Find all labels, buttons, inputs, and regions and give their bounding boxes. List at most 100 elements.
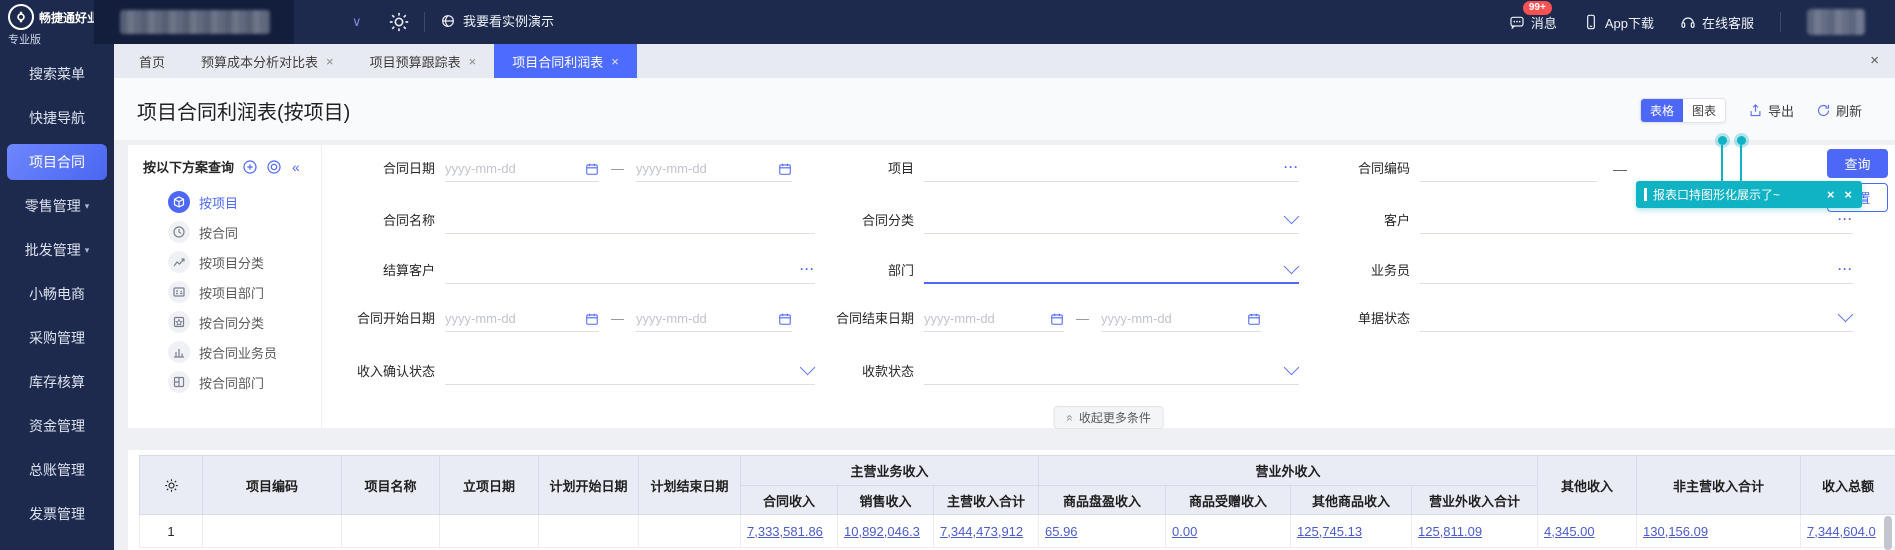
tab-home[interactable]: 首页: [121, 44, 183, 78]
close-icon[interactable]: ×: [1842, 187, 1854, 202]
chevron-down-icon[interactable]: [1283, 359, 1300, 376]
receive-status-select[interactable]: [924, 360, 1284, 383]
view-toggle-chart[interactable]: 图表: [1682, 99, 1725, 122]
export-button[interactable]: 导出: [1748, 101, 1794, 120]
query-button[interactable]: 查询: [1827, 149, 1888, 178]
sidebar-item-funds[interactable]: 资金管理: [7, 408, 107, 444]
column-settings-button[interactable]: [139, 455, 203, 515]
cell-value-link[interactable]: 125,745.13: [1297, 524, 1362, 539]
project-input[interactable]: [924, 157, 1284, 180]
col-header-project-name[interactable]: 项目名称: [341, 455, 440, 515]
contract-date-end-input[interactable]: [636, 157, 778, 180]
cell-value-link[interactable]: 65.96: [1045, 524, 1078, 539]
ellipsis-picker-icon[interactable]: ···: [1838, 212, 1853, 230]
close-icon[interactable]: ×: [326, 54, 334, 69]
col-header-plan-end-date[interactable]: 计划结束日期: [638, 455, 741, 515]
collapse-more-filters-button[interactable]: « 收起更多条件: [1053, 406, 1164, 429]
col-header-non-operating-income-total[interactable]: 营业外收入合计: [1410, 485, 1539, 515]
contract-end-date-end-input[interactable]: [1101, 307, 1247, 330]
sidebar-item-ledger[interactable]: 总账管理: [7, 452, 107, 488]
scheme-item-by-project-dept[interactable]: 按项目部门: [168, 281, 277, 303]
contract-start-date-start-input[interactable]: [445, 307, 585, 330]
user-avatar-redacted[interactable]: [1807, 9, 1865, 35]
contract-start-date-end-input[interactable]: [636, 307, 778, 330]
scheme-item-by-contract-dept[interactable]: 按合同部门: [168, 371, 277, 393]
contract-date-start-input[interactable]: [445, 157, 585, 180]
scheme-item-by-project-category[interactable]: 按项目分类: [168, 251, 277, 273]
target-icon[interactable]: [266, 159, 282, 175]
contract-category-select[interactable]: [924, 209, 1284, 232]
sidebar-item-invoice[interactable]: 发票管理: [7, 496, 107, 532]
close-icon[interactable]: ×: [1825, 187, 1837, 202]
col-header-main-income-total[interactable]: 主营收入合计: [933, 485, 1039, 515]
col-header-other-goods-income[interactable]: 其他商品收入: [1290, 485, 1412, 515]
cell-value-link[interactable]: 4,345.00: [1544, 524, 1595, 539]
company-switch-chevron-icon[interactable]: ∨: [352, 14, 362, 30]
col-header-contract-income[interactable]: 合同收入: [740, 485, 838, 515]
col-header-goods-gift-income[interactable]: 商品受赠收入: [1165, 485, 1291, 515]
settlement-customer-input[interactable]: [445, 259, 800, 282]
sidebar-item-wholesale[interactable]: 批发管理 ▾: [7, 232, 107, 268]
contract-name-input[interactable]: [445, 209, 815, 232]
calendar-icon[interactable]: [585, 312, 599, 326]
app-download-button[interactable]: App下载: [1583, 13, 1654, 32]
view-toggle-table[interactable]: 表格: [1640, 99, 1683, 122]
scheme-item-by-contract[interactable]: 按合同: [168, 221, 277, 243]
cell-value-link[interactable]: 10,892,046.3: [844, 524, 920, 539]
sidebar-item-project-contract[interactable]: 项目合同: [7, 144, 107, 180]
scheme-item-by-contract-category[interactable]: 按合同分类: [168, 311, 277, 333]
col-header-income-total[interactable]: 收入总额: [1800, 455, 1895, 515]
calendar-icon[interactable]: [1247, 312, 1261, 326]
cell-value-link[interactable]: 0.00: [1172, 524, 1197, 539]
sidebar-item-ecommerce[interactable]: 小畅电商: [7, 276, 107, 312]
col-header-goods-overage-income[interactable]: 商品盘盈收入: [1038, 485, 1166, 515]
messages-button[interactable]: 消息 99+: [1509, 0, 1557, 32]
cell-value-link[interactable]: 125,811.09: [1418, 524, 1482, 539]
customer-input[interactable]: [1420, 209, 1838, 232]
demo-link[interactable]: 我要看实例演示: [440, 11, 554, 30]
close-icon[interactable]: ×: [611, 54, 619, 69]
contract-end-date-start-input[interactable]: [924, 307, 1050, 330]
online-support-button[interactable]: 在线客服: [1680, 13, 1754, 32]
income-confirm-status-select[interactable]: [445, 360, 800, 383]
sidebar-item-inventory[interactable]: 库存核算: [7, 364, 107, 400]
ellipsis-picker-icon[interactable]: ···: [1838, 262, 1853, 280]
col-header-other-income[interactable]: 其他收入: [1537, 455, 1638, 515]
doc-status-select[interactable]: [1420, 307, 1838, 330]
tab-project-budget-track[interactable]: 项目预算跟踪表 ×: [352, 44, 495, 78]
calendar-icon[interactable]: [778, 312, 792, 326]
sidebar-item-retail[interactable]: 零售管理 ▾: [7, 188, 107, 224]
cell-value-link[interactable]: 7,333,581.86: [747, 524, 823, 539]
chevron-down-icon[interactable]: [1837, 306, 1854, 323]
scheme-item-by-project[interactable]: 按项目: [168, 191, 277, 213]
tabbar-close-icon[interactable]: ×: [1870, 52, 1879, 69]
vertical-scrollbar[interactable]: [1884, 516, 1892, 550]
company-name-redacted[interactable]: [94, 0, 294, 44]
settings-gear-icon[interactable]: [388, 11, 410, 33]
col-header-plan-start-date[interactable]: 计划开始日期: [538, 455, 639, 515]
cell-value-link[interactable]: 130,156.09: [1643, 524, 1708, 539]
tab-budget-cost-compare[interactable]: 预算成本分析对比表 ×: [183, 44, 352, 78]
calendar-icon[interactable]: [778, 162, 792, 176]
table-row[interactable]: 1 7,333,581.86 10,892,046.3 7,344,473,91…: [139, 514, 1895, 548]
add-scheme-icon[interactable]: [242, 159, 258, 175]
tab-project-contract-profit[interactable]: 项目合同利润表 ×: [494, 44, 637, 78]
col-header-sales-income[interactable]: 销售收入: [837, 485, 934, 515]
col-header-setup-date[interactable]: 立项日期: [439, 455, 539, 515]
cell-value-link[interactable]: 7,344,473,912: [940, 524, 1023, 539]
sidebar-item-search-menu[interactable]: 搜索菜单: [7, 56, 107, 92]
col-header-project-code[interactable]: 项目编码: [202, 455, 342, 515]
contract-code-input[interactable]: [1420, 157, 1597, 180]
close-icon[interactable]: ×: [469, 54, 477, 69]
department-select[interactable]: [924, 259, 1284, 281]
sidebar-item-purchase[interactable]: 采购管理: [7, 320, 107, 356]
scheme-item-by-contract-salesman[interactable]: 按合同业务员: [168, 341, 277, 363]
calendar-icon[interactable]: [1050, 312, 1064, 326]
sidebar-item-quick-nav[interactable]: 快捷导航: [7, 100, 107, 136]
calendar-icon[interactable]: [585, 162, 599, 176]
salesman-input[interactable]: [1420, 259, 1838, 282]
cell-value-link[interactable]: 7,344,604.0: [1807, 524, 1876, 539]
refresh-button[interactable]: 刷新: [1816, 101, 1862, 120]
col-header-non-main-income-total[interactable]: 非主营收入合计: [1636, 455, 1802, 515]
collapse-panel-icon[interactable]: «: [292, 159, 300, 175]
